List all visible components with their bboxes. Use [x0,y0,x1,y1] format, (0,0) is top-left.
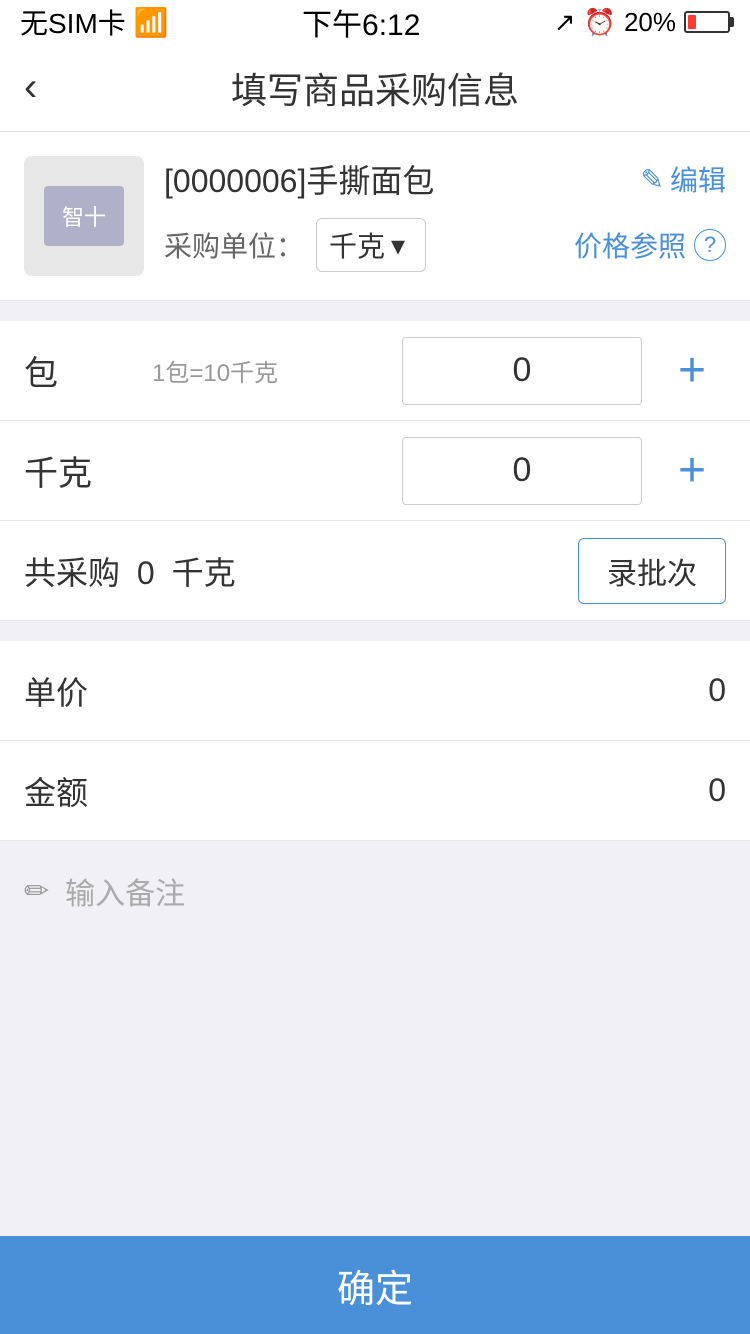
bag-quantity-input[interactable]: 0 [402,337,642,405]
edit-label: 编辑 [670,159,726,199]
product-info: [0000006]手撕面包 ✎ 编辑 采购单位： 千克 ▾ 价格参照 ? [164,156,726,272]
alarm-icon: ⏰ [584,7,616,38]
battery-percent: 20% [624,7,676,38]
location-icon: ↗ [554,7,576,38]
product-image: 智十 [24,156,144,276]
status-left: 无SIM卡 📶 [20,2,169,42]
note-pencil-icon: ✏ [24,874,49,909]
bag-plus-button[interactable]: + [658,337,726,405]
unit-dropdown[interactable]: 千克 ▾ [316,218,426,272]
back-button[interactable]: ‹ [24,65,37,110]
edit-button[interactable]: ✎ 编辑 [641,159,726,199]
bag-input-row: 包 1包=10千克 0 + [0,321,750,421]
note-section[interactable]: ✏ 输入备注 [0,841,750,941]
edit-icon: ✎ [641,163,664,196]
unit-selector-group: 采购单位： 千克 ▾ [164,218,426,272]
status-time: 下午6:12 [302,0,420,44]
batch-button[interactable]: 录批次 [578,538,726,604]
amount-value: 0 [708,772,726,809]
status-bar: 无SIM卡 📶 下午6:12 ↗ ⏰ 20% [0,0,750,44]
product-full-name: [0000006]手撕面包 [164,156,434,202]
total-row: 共采购 0 千克 录批次 [0,521,750,621]
unit-price-row: 单价 0 [0,641,750,741]
kg-quantity-input[interactable]: 0 [402,437,642,505]
amount-row: 金额 0 [0,741,750,841]
unit-row: 采购单位： 千克 ▾ 价格参照 ? [164,218,726,272]
total-amount: 0 [137,555,155,591]
carrier-text: 无SIM卡 [20,2,126,42]
unit-label: 采购单位： [164,225,304,265]
kg-plus-button[interactable]: + [658,437,726,505]
confirm-button[interactable]: 确定 [0,1236,750,1334]
price-section: 单价 0 金额 0 [0,641,750,841]
price-ref-help-icon: ? [694,229,726,261]
total-text: 共采购 0 千克 [24,548,236,594]
bag-input-right: 0 + [278,337,726,405]
price-ref-label: 价格参照 [574,225,686,265]
product-logo: 智十 [44,186,124,246]
bag-sublabel: 1包=10千克 [152,353,278,388]
product-section: 智十 [0000006]手撕面包 ✎ 编辑 采购单位： 千克 ▾ 价格参照 ? [0,132,750,301]
input-section: 包 1包=10千克 0 + 千克 0 + [0,321,750,521]
total-unit: 千克 [172,555,236,591]
wifi-icon: 📶 [134,6,169,39]
unit-value: 千克 [329,225,385,265]
kg-input-row: 千克 0 + [0,421,750,521]
nav-bar: ‹ 填写商品采购信息 [0,44,750,132]
price-ref-button[interactable]: 价格参照 ? [574,225,726,265]
bag-label: 包 [24,346,144,395]
total-label: 共采购 [24,555,120,591]
product-name-row: [0000006]手撕面包 ✎ 编辑 [164,156,726,202]
battery-indicator [684,11,730,33]
separator-1 [0,301,750,321]
page-title: 填写商品采购信息 [231,62,519,114]
bottom-space [0,941,750,1241]
kg-input-right: 0 + [144,437,726,505]
dropdown-chevron-icon: ▾ [391,229,405,262]
separator-2 [0,621,750,641]
amount-label: 金额 [24,768,88,814]
status-right: ↗ ⏰ 20% [554,7,730,38]
battery-fill [688,15,696,29]
unit-price-label: 单价 [24,668,88,714]
note-input[interactable]: 输入备注 [65,869,185,913]
unit-price-value: 0 [708,672,726,709]
kg-label: 千克 [24,446,144,495]
